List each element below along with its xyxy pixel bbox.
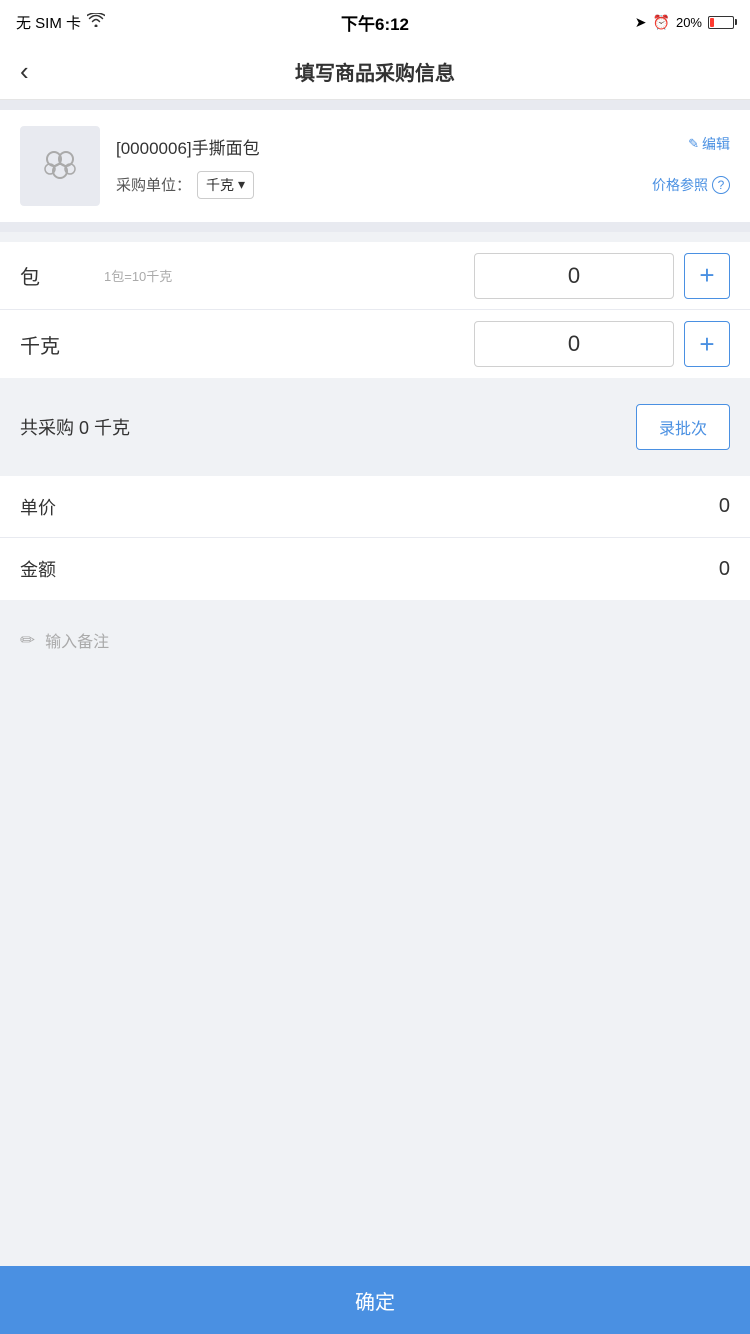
amount-label: 金额: [20, 556, 56, 582]
unit-price-row: 单价 0: [0, 476, 750, 538]
status-right: ➤ ⏰ 20%: [635, 14, 734, 31]
bao-sublabel: 1包=10千克: [104, 266, 172, 285]
wifi-icon: [87, 13, 105, 31]
pencil-icon: ✏: [20, 630, 35, 651]
kg-label: 千克: [20, 330, 100, 359]
status-bar: 无 SIM 卡 下午6:12 ➤ ⏰ 20%: [0, 0, 750, 44]
total-section: 共采购 0 千克 录批次: [0, 388, 750, 466]
battery-icon: [708, 16, 734, 29]
unit-price-value: 0: [719, 495, 730, 518]
nav-bar: ‹ 填写商品采购信息: [0, 44, 750, 100]
battery-pct: 20%: [676, 15, 702, 30]
unit-price-label: 单价: [20, 494, 56, 520]
product-thumbnail: [20, 126, 100, 206]
carrier-label: 无 SIM 卡: [16, 12, 81, 33]
price-ref-button[interactable]: 价格参照 ?: [652, 175, 730, 195]
record-batch-button[interactable]: 录批次: [636, 404, 730, 450]
product-logo: [36, 139, 84, 194]
page-title: 填写商品采购信息: [295, 57, 455, 86]
back-button[interactable]: ‹: [20, 56, 29, 87]
product-info: [0000006]手撕面包 ✎ 编辑 采购单位： 千克 ▾ 价格参照 ?: [116, 134, 730, 199]
total-label: 共采购 0 千克: [20, 414, 130, 440]
bao-input-row: 包 1包=10千克 +: [0, 242, 750, 310]
amount-value: 0: [719, 558, 730, 581]
alarm-icon: ⏰: [653, 14, 670, 31]
unit-select[interactable]: 千克 ▾: [197, 171, 254, 199]
price-section: 单价 0 金额 0: [0, 476, 750, 600]
kg-input-row: 千克 +: [0, 310, 750, 378]
product-name: [0000006]手撕面包: [116, 134, 260, 159]
top-divider: [0, 100, 750, 110]
bao-input[interactable]: [474, 253, 674, 299]
mid-divider: [0, 222, 750, 232]
notes-placeholder: 输入备注: [45, 628, 109, 652]
notes-section[interactable]: ✏ 输入备注: [0, 610, 750, 670]
bao-label: 包: [20, 261, 100, 290]
edit-icon: ✎: [688, 136, 699, 152]
product-card: [0000006]手撕面包 ✎ 编辑 采购单位： 千克 ▾ 价格参照 ?: [0, 110, 750, 222]
info-icon: ?: [712, 176, 730, 194]
confirm-button[interactable]: 确定: [0, 1266, 750, 1334]
bao-plus-button[interactable]: +: [684, 253, 730, 299]
amount-row: 金额 0: [0, 538, 750, 600]
unit-label: 采购单位：: [116, 174, 191, 195]
input-section: 包 1包=10千克 + 千克 +: [0, 242, 750, 378]
content-spacer: [0, 670, 750, 1266]
status-time: 下午6:12: [341, 10, 409, 35]
status-left: 无 SIM 卡: [16, 12, 105, 33]
edit-button[interactable]: ✎ 编辑: [688, 134, 730, 154]
kg-input[interactable]: [474, 321, 674, 367]
chevron-down-icon: ▾: [238, 176, 245, 193]
location-icon: ➤: [635, 14, 647, 31]
kg-plus-button[interactable]: +: [684, 321, 730, 367]
